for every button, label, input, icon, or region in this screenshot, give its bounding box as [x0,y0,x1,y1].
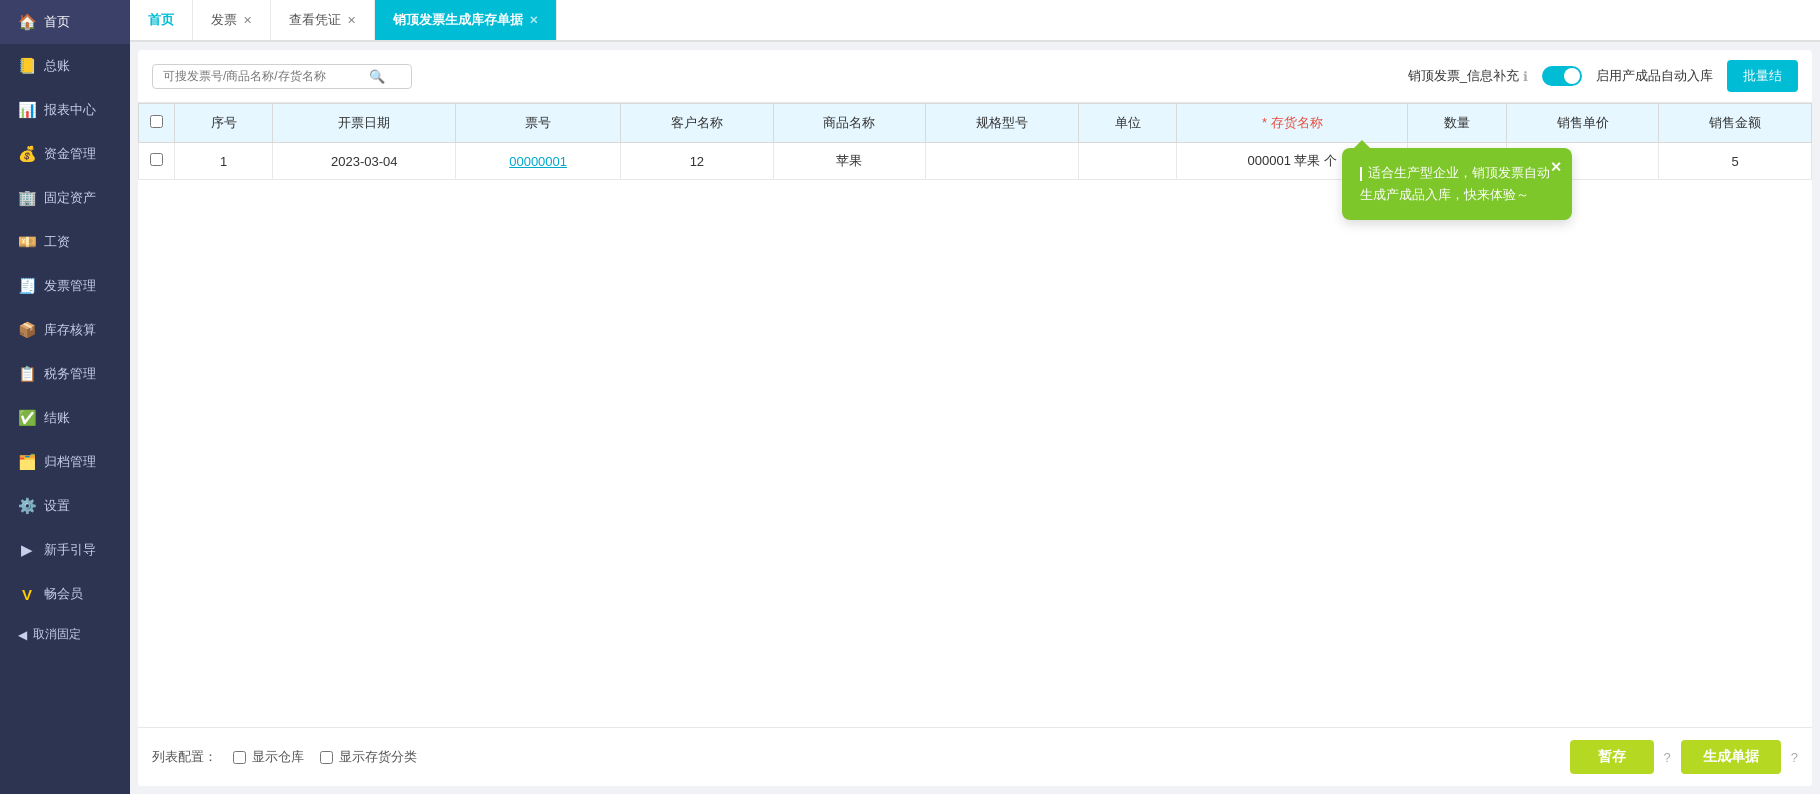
pin-icon: ◀ [18,628,27,642]
cell-spec [926,143,1079,180]
tab-bar: 首页 发票 ✕ 查看凭证 ✕ 销顶发票生成库存单据 ✕ [130,0,1820,42]
show-category-label[interactable]: 显示存货分类 [320,748,417,766]
cell-unit [1078,143,1176,180]
sidebar-item-payroll[interactable]: 💴 工资 [0,220,130,264]
sidebar: 🏠 首页 📒 总账 📊 报表中心 💰 资金管理 🏢 固定资产 💴 工资 🧾 发票… [0,0,130,794]
search-input[interactable] [163,69,363,83]
show-warehouse-checkbox[interactable] [233,751,246,764]
tooltip-close-icon[interactable]: ✕ [1550,156,1562,180]
home-icon: 🏠 [18,13,36,31]
header-date: 开票日期 [273,104,456,143]
header-unit-price: 销售单价 [1506,104,1659,143]
funds-icon: 💰 [18,145,36,163]
save-button[interactable]: 暂存 [1570,740,1654,774]
sidebar-item-archive[interactable]: 🗂️ 归档管理 [0,440,130,484]
row-checkbox[interactable] [150,153,163,166]
content-area: 🔍 销顶发票_信息补充 ℹ 启用产成品自动入库 批量结 [138,50,1812,786]
header-inventory: * 存货名称 [1177,104,1408,143]
closing-icon: ✅ [18,409,36,427]
settings-icon: ⚙️ [18,497,36,515]
search-box[interactable]: 🔍 [152,64,412,89]
tooltip-cursor [1360,167,1362,181]
header-ticket: 票号 [456,104,621,143]
show-warehouse-label[interactable]: 显示仓库 [233,748,304,766]
sidebar-item-invoice[interactable]: 🧾 发票管理 [0,264,130,308]
auto-warehouse-toggle[interactable] [1542,66,1582,86]
cell-amount: 5 [1659,143,1812,180]
payroll-icon: 💴 [18,233,36,251]
show-category-checkbox[interactable] [320,751,333,764]
tooltip-popup: ✕ 适合生产型企业，销顶发票自动生成产成品入库，快来体验～ [1342,148,1572,220]
footer: 列表配置： 显示仓库 显示存货分类 暂存 ? 生成单据 ? [138,727,1812,786]
info-label: 销顶发票_信息补充 ℹ [1408,67,1528,85]
config-label: 列表配置： [152,748,217,766]
tab-home[interactable]: 首页 [130,0,193,40]
cell-seq: 1 [175,143,273,180]
header-spec: 规格型号 [926,104,1079,143]
sidebar-item-tax[interactable]: 📋 税务管理 [0,352,130,396]
pin-toggle[interactable]: ◀ 取消固定 [0,616,130,653]
tab-voucher[interactable]: 查看凭证 ✕ [271,0,375,40]
sidebar-item-assets[interactable]: 🏢 固定资产 [0,176,130,220]
header-customer: 客户名称 [621,104,774,143]
close-invoice-tab-icon[interactable]: ✕ [243,14,252,27]
toggle-knob [1564,68,1580,84]
tab-generate-doc[interactable]: 销顶发票生成库存单据 ✕ [375,0,557,40]
batch-button[interactable]: 批量结 [1727,60,1798,92]
close-generate-tab-icon[interactable]: ✕ [529,14,538,27]
archive-icon: 🗂️ [18,453,36,471]
assets-icon: 🏢 [18,189,36,207]
header-product: 商品名称 [773,104,926,143]
row-checkbox-cell [139,143,175,180]
header-seq: 序号 [175,104,273,143]
close-voucher-tab-icon[interactable]: ✕ [347,14,356,27]
tab-invoice[interactable]: 发票 ✕ [193,0,271,40]
cell-ticket[interactable]: 00000001 [456,143,621,180]
header-qty: 数量 [1408,104,1506,143]
show-warehouse-text: 显示仓库 [252,748,304,766]
footer-right: 暂存 ? 生成单据 ? [1570,740,1798,774]
toolbar: 🔍 销顶发票_信息补充 ℹ 启用产成品自动入库 批量结 [138,50,1812,103]
guide-icon: ▶ [18,541,36,559]
inventory-icon: 📦 [18,321,36,339]
sidebar-item-ledger[interactable]: 📒 总账 [0,44,130,88]
footer-left: 列表配置： 显示仓库 显示存货分类 [152,748,417,766]
cell-date: 2023-03-04 [273,143,456,180]
sidebar-item-funds[interactable]: 💰 资金管理 [0,132,130,176]
cell-customer: 12 [621,143,774,180]
sidebar-item-vip[interactable]: V 畅会员 [0,572,130,616]
select-all-checkbox[interactable] [150,115,163,128]
reports-icon: 📊 [18,101,36,119]
show-category-text: 显示存货分类 [339,748,417,766]
header-unit: 单位 [1078,104,1176,143]
tooltip-text: 适合生产型企业，销顶发票自动生成产成品入库，快来体验～ [1360,165,1550,202]
sidebar-item-home[interactable]: 🏠 首页 [0,0,130,44]
cell-product: 苹果 [773,143,926,180]
sidebar-item-reports[interactable]: 📊 报表中心 [0,88,130,132]
toolbar-right: 销顶发票_信息补充 ℹ 启用产成品自动入库 批量结 [1408,60,1798,92]
vip-icon: V [18,586,36,603]
generate-help-icon[interactable]: ? [1791,750,1798,765]
search-icon[interactable]: 🔍 [369,69,385,84]
header-checkbox-cell [139,104,175,143]
ledger-icon: 📒 [18,57,36,75]
sidebar-item-guide[interactable]: ▶ 新手引导 [0,528,130,572]
generate-button[interactable]: 生成单据 [1681,740,1781,774]
invoice-icon: 🧾 [18,277,36,295]
tax-icon: 📋 [18,365,36,383]
sidebar-item-settings[interactable]: ⚙️ 设置 [0,484,130,528]
main-area: 首页 发票 ✕ 查看凭证 ✕ 销顶发票生成库存单据 ✕ 🔍 销顶发票_信息补充 [130,0,1820,794]
info-icon[interactable]: ℹ [1523,69,1528,84]
toggle-label: 启用产成品自动入库 [1596,67,1713,85]
save-help-icon[interactable]: ? [1664,750,1671,765]
sidebar-item-inventory[interactable]: 📦 库存核算 [0,308,130,352]
header-amount: 销售金额 [1659,104,1812,143]
sidebar-item-closing[interactable]: ✅ 结账 [0,396,130,440]
